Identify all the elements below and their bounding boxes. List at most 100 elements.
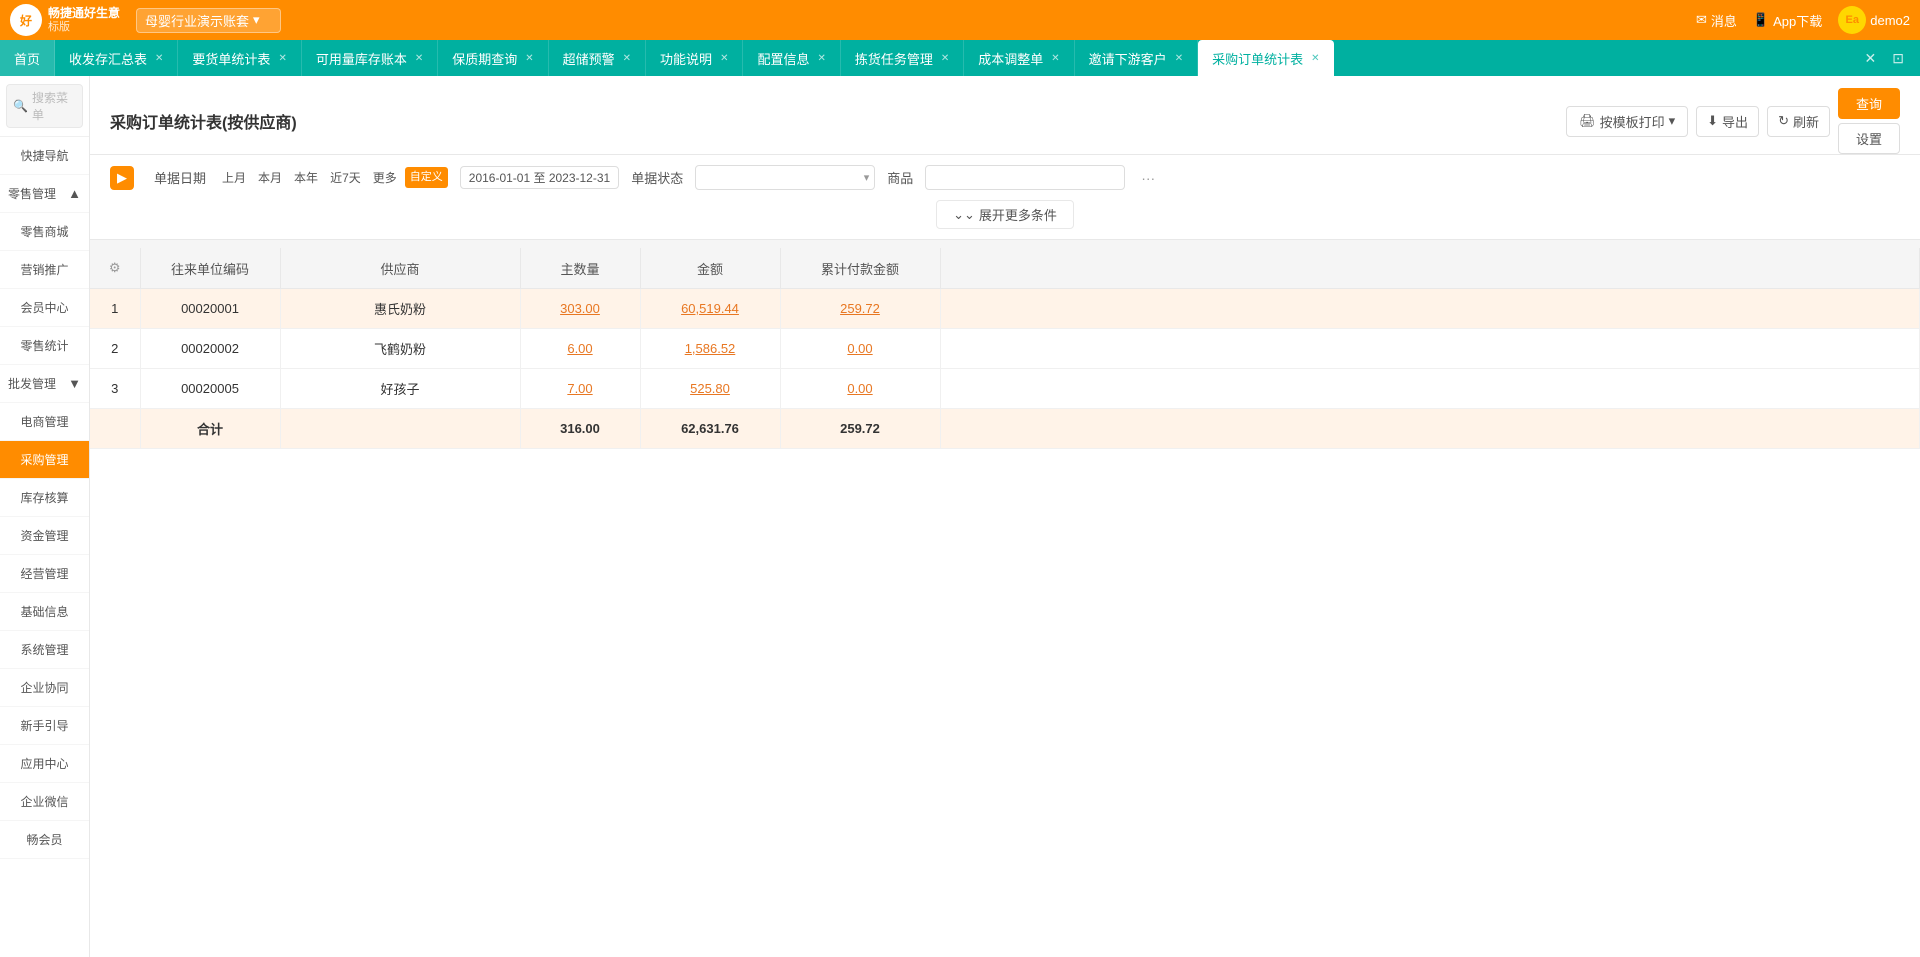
tab-config-info[interactable]: 配置信息 ✕: [743, 40, 840, 76]
date-btn-7days[interactable]: 近7天: [326, 167, 365, 188]
sidebar-item-quick-nav[interactable]: 快捷导航: [0, 137, 89, 175]
close-icon[interactable]: ✕: [1051, 53, 1059, 64]
print-button[interactable]: 🖨 按模板打印 ▾: [1566, 106, 1688, 137]
sidebar-item-app-center[interactable]: 应用中心: [0, 745, 89, 783]
tab-expiry-query[interactable]: 保质期查询 ✕: [438, 40, 548, 76]
sidebar-item-retail-mgmt[interactable]: 零售管理 ▲: [0, 175, 89, 213]
sidebar-search-box[interactable]: 🔍 搜索菜单: [6, 84, 83, 128]
row-qty[interactable]: 303.00: [520, 289, 640, 329]
maximize-button[interactable]: ⊡: [1884, 50, 1912, 67]
row-paid[interactable]: 259.72: [780, 289, 940, 329]
sidebar-item-basic-info[interactable]: 基础信息: [0, 593, 89, 631]
footer-qty: 316.00: [520, 409, 640, 449]
sidebar-item-new-guide[interactable]: 新手引导: [0, 707, 89, 745]
search-icon: 🔍: [13, 99, 28, 113]
refresh-icon: ↻: [1778, 113, 1789, 129]
sidebar-item-enterprise[interactable]: 企业协同: [0, 669, 89, 707]
user-area[interactable]: Ea demo2: [1838, 6, 1910, 34]
sidebar-item-retail-stats[interactable]: 零售统计: [0, 327, 89, 365]
date-range-input[interactable]: 2016-01-01 至 2023-12-31: [460, 166, 619, 189]
tab-pick-task[interactable]: 拣货任务管理 ✕: [841, 40, 964, 76]
date-btn-this-year[interactable]: 本年: [290, 167, 322, 188]
sidebar-item-retail-shop[interactable]: 零售商城: [0, 213, 89, 251]
expand-more-button[interactable]: ⌄⌄ 展开更多条件: [936, 200, 1074, 229]
sidebar-item-ecommerce[interactable]: 电商管理: [0, 403, 89, 441]
minimize-button[interactable]: ✕: [1857, 50, 1885, 67]
sidebar-item-finance[interactable]: 资金管理: [0, 517, 89, 555]
close-icon[interactable]: ✕: [623, 53, 631, 64]
more-options-button[interactable]: ···: [1137, 170, 1159, 186]
row-unit-code: 00020001: [140, 289, 280, 329]
message-btn[interactable]: ✉ 消息: [1696, 11, 1737, 30]
sidebar-item-purchase-mgmt[interactable]: 采购管理: [0, 441, 89, 479]
goods-input[interactable]: [925, 165, 1125, 190]
sidebar-item-inventory[interactable]: 库存核算: [0, 479, 89, 517]
filter-area: ▶ 单据日期 上月 本月 本年 近7天 更多 自定义 2016-01-01 至 …: [90, 155, 1920, 240]
close-icon[interactable]: ✕: [278, 53, 286, 64]
data-table: ⚙ 往来单位编码 供应商 主数量 金额 累计付款金额 1 00020001 惠氏…: [90, 248, 1920, 449]
settings-button[interactable]: 设置: [1838, 123, 1900, 154]
sidebar-item-ops-mgmt[interactable]: 经营管理: [0, 555, 89, 593]
row-paid[interactable]: 0.00: [780, 329, 940, 369]
top-bar-right: ✉ 消息 📱 App下载 Ea demo2: [1696, 6, 1910, 34]
sidebar-item-enterprise-wechat[interactable]: 企业微信: [0, 783, 89, 821]
row-extra: [940, 369, 1920, 409]
filter-toggle-button[interactable]: ▶: [110, 166, 134, 190]
sidebar-item-marketing[interactable]: 营销推广: [0, 251, 89, 289]
table-header-row: ⚙ 往来单位编码 供应商 主数量 金额 累计付款金额: [90, 248, 1920, 289]
date-label: 单据日期: [154, 168, 206, 187]
tab-purchase-summary[interactable]: 采购订单统计表 ✕: [1198, 40, 1334, 76]
tab-available-stock[interactable]: 可用量库存账本 ✕: [302, 40, 438, 76]
date-btn-more[interactable]: 更多: [369, 167, 401, 188]
tab-receive-summary[interactable]: 收发存汇总表 ✕: [55, 40, 178, 76]
close-icon[interactable]: ✕: [525, 53, 533, 64]
sidebar-item-member-center[interactable]: 会员中心: [0, 289, 89, 327]
row-amount[interactable]: 60,519.44: [640, 289, 780, 329]
row-num: 3: [90, 369, 140, 409]
avatar: Ea: [1838, 6, 1866, 34]
footer-paid: 259.72: [780, 409, 940, 449]
footer-empty-1: [90, 409, 140, 449]
tab-overstock[interactable]: 超储预警 ✕: [549, 40, 646, 76]
close-icon[interactable]: ✕: [720, 53, 728, 64]
close-icon[interactable]: ✕: [415, 53, 423, 64]
refresh-button[interactable]: ↻ 刷新: [1767, 106, 1830, 137]
close-icon[interactable]: ✕: [1311, 53, 1319, 64]
main-content: 采购订单统计表(按供应商) 🖨 按模板打印 ▾ ⬇ 导出 ↻ 刷新 查询 设置: [90, 76, 1920, 957]
tab-cost-adjust[interactable]: 成本调整单 ✕: [964, 40, 1074, 76]
tab-home[interactable]: 首页: [0, 40, 55, 76]
close-icon[interactable]: ✕: [817, 53, 825, 64]
row-paid[interactable]: 0.00: [780, 369, 940, 409]
col-settings[interactable]: ⚙: [90, 248, 140, 289]
status-label: 单据状态: [631, 168, 683, 187]
chevron-down-icon: ▼: [68, 376, 81, 391]
settings-icon[interactable]: ⚙: [105, 258, 125, 278]
row-qty[interactable]: 7.00: [520, 369, 640, 409]
close-icon[interactable]: ✕: [155, 53, 163, 64]
table-wrap: ⚙ 往来单位编码 供应商 主数量 金额 累计付款金额 1 00020001 惠氏…: [90, 248, 1920, 957]
date-btn-this-month[interactable]: 本月: [254, 167, 286, 188]
tab-goods-summary[interactable]: 要货单统计表 ✕: [178, 40, 301, 76]
row-qty[interactable]: 6.00: [520, 329, 640, 369]
sidebar-item-vip[interactable]: 畅会员: [0, 821, 89, 859]
close-icon[interactable]: ✕: [1175, 53, 1183, 64]
sidebar-item-wholesale-mgmt[interactable]: 批发管理 ▼: [0, 365, 89, 403]
export-button[interactable]: ⬇ 导出: [1696, 106, 1759, 137]
row-amount[interactable]: 1,586.52: [640, 329, 780, 369]
download-icon: 📱: [1753, 12, 1769, 28]
tab-invite-customer[interactable]: 邀请下游客户 ✕: [1075, 40, 1198, 76]
row-extra: [940, 289, 1920, 329]
status-select[interactable]: [695, 165, 875, 190]
date-shortcuts: 上月 本月 本年 近7天 更多 自定义: [218, 167, 448, 188]
tab-function-desc[interactable]: 功能说明 ✕: [646, 40, 743, 76]
query-button[interactable]: 查询: [1838, 88, 1900, 119]
page-actions: 🖨 按模板打印 ▾ ⬇ 导出 ↻ 刷新 查询 设置: [1566, 88, 1900, 154]
date-btn-last-month[interactable]: 上月: [218, 167, 250, 188]
table-row: 3 00020005 好孩子 7.00 525.80 0.00: [90, 369, 1920, 409]
close-icon[interactable]: ✕: [941, 53, 949, 64]
app-download-btn[interactable]: 📱 App下载: [1753, 11, 1822, 30]
row-amount[interactable]: 525.80: [640, 369, 780, 409]
org-selector[interactable]: 母婴行业演示账套 ▾: [136, 8, 281, 33]
sidebar-item-system-mgmt[interactable]: 系统管理: [0, 631, 89, 669]
sidebar: 🔍 搜索菜单 快捷导航 零售管理 ▲ 零售商城 营销推广 会员中心 零售统计 批…: [0, 76, 90, 957]
